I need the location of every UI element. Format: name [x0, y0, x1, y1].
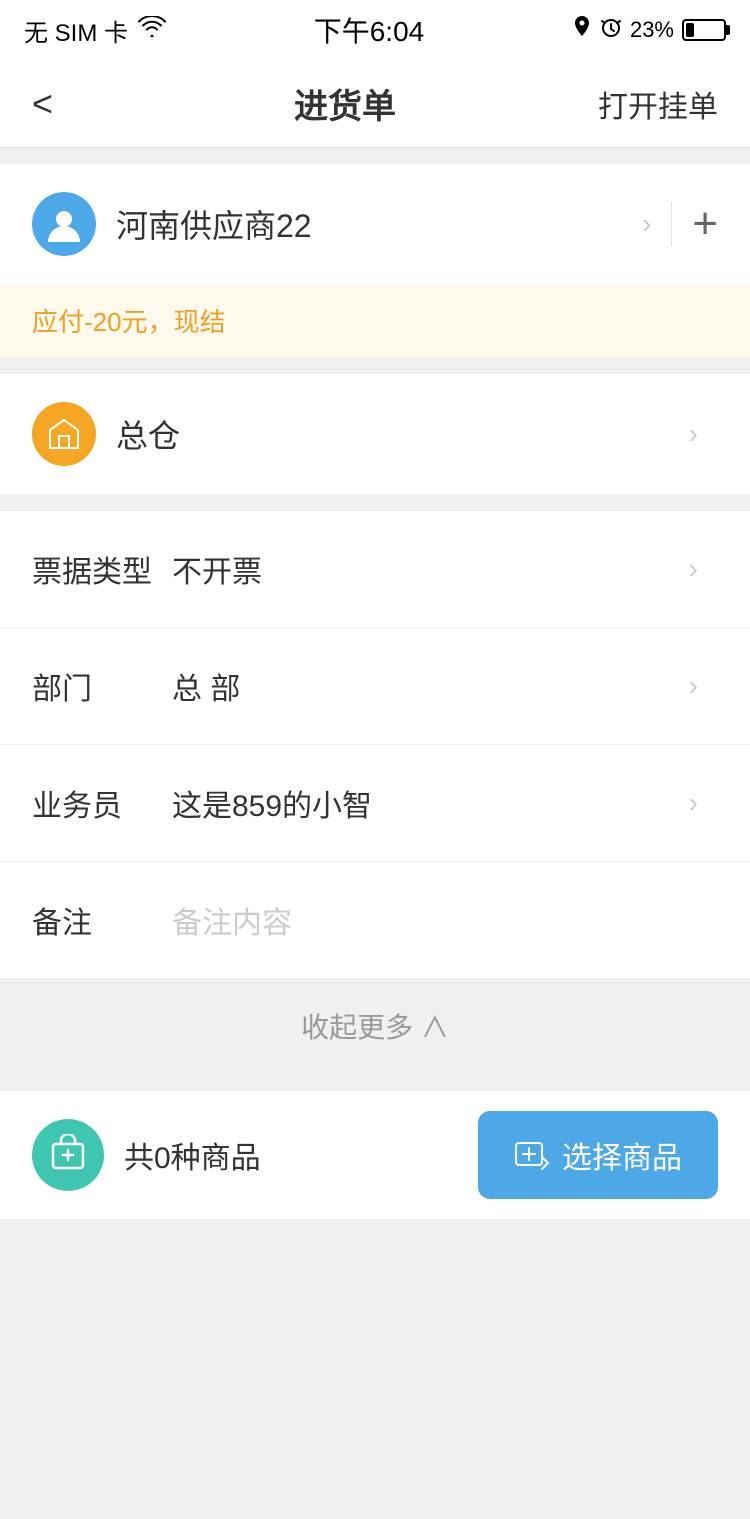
invoice-type-label: 票据类型: [32, 547, 172, 591]
supplier-avatar: [32, 192, 96, 256]
department-value: 总 部: [172, 664, 689, 708]
carrier-label: 无 SIM 卡: [24, 13, 128, 48]
location-icon: [572, 16, 592, 44]
status-left: 无 SIM 卡: [24, 13, 166, 48]
section-gap-4: [0, 1074, 750, 1090]
salesperson-value: 这是859的小智: [172, 781, 689, 825]
remark-row[interactable]: 备注 备注内容: [0, 861, 750, 978]
page-title: 进货单: [294, 79, 396, 128]
supplier-chevron-icon: ›: [642, 208, 651, 240]
alarm-icon: [600, 16, 622, 44]
nav-bar: < 进货单 打开挂单: [0, 60, 750, 148]
supplier-section: 河南供应商22 › + 应付-20元，现结: [0, 164, 750, 357]
open-pending-button[interactable]: 打开挂单: [598, 82, 718, 126]
remark-input[interactable]: 备注内容: [172, 898, 718, 942]
product-icon: [32, 1119, 104, 1191]
salesperson-chevron-icon: ›: [689, 787, 698, 819]
battery-icon: [682, 19, 726, 41]
collapse-button[interactable]: 收起更多 ∧: [0, 978, 750, 1074]
invoice-type-row[interactable]: 票据类型 不开票 ›: [0, 510, 750, 627]
section-gap-2: [0, 357, 750, 373]
page-background: [0, 1219, 750, 1519]
product-bar: 共0种商品 选择商品: [0, 1090, 750, 1219]
warehouse-name: 总仓: [116, 411, 689, 457]
notice-text: 应付-20元，现结: [32, 307, 226, 337]
salesperson-label: 业务员: [32, 781, 172, 825]
notice-bar: 应付-20元，现结: [0, 284, 750, 357]
warehouse-icon: [32, 402, 96, 466]
remark-label: 备注: [32, 898, 172, 942]
add-supplier-button[interactable]: +: [671, 202, 718, 246]
warehouse-chevron-icon: ›: [689, 418, 698, 450]
battery-pct: 23%: [630, 17, 674, 43]
status-right: 23%: [572, 16, 726, 44]
salesperson-row[interactable]: 业务员 这是859的小智 ›: [0, 744, 750, 861]
department-row[interactable]: 部门 总 部 ›: [0, 627, 750, 744]
warehouse-section: 总仓 ›: [0, 373, 750, 494]
wifi-icon: [138, 16, 166, 45]
section-gap-3: [0, 494, 750, 510]
select-product-label: 选择商品: [562, 1133, 682, 1177]
department-label: 部门: [32, 664, 172, 708]
invoice-type-value: 不开票: [172, 547, 689, 591]
department-chevron-icon: ›: [689, 670, 698, 702]
supplier-name: 河南供应商22: [116, 201, 642, 247]
form-section: 票据类型 不开票 › 部门 总 部 › 业务员 这是859的小智 › 备注 备注…: [0, 510, 750, 978]
section-gap-1: [0, 148, 750, 164]
status-time: 下午6:04: [314, 10, 425, 50]
select-product-button[interactable]: 选择商品: [478, 1111, 718, 1199]
warehouse-row[interactable]: 总仓 ›: [0, 373, 750, 494]
invoice-type-chevron-icon: ›: [689, 553, 698, 585]
status-bar: 无 SIM 卡 下午6:04 23%: [0, 0, 750, 60]
back-button[interactable]: <: [32, 83, 92, 125]
product-count-label: 共0种商品: [124, 1133, 458, 1177]
supplier-row[interactable]: 河南供应商22 › +: [0, 164, 750, 284]
